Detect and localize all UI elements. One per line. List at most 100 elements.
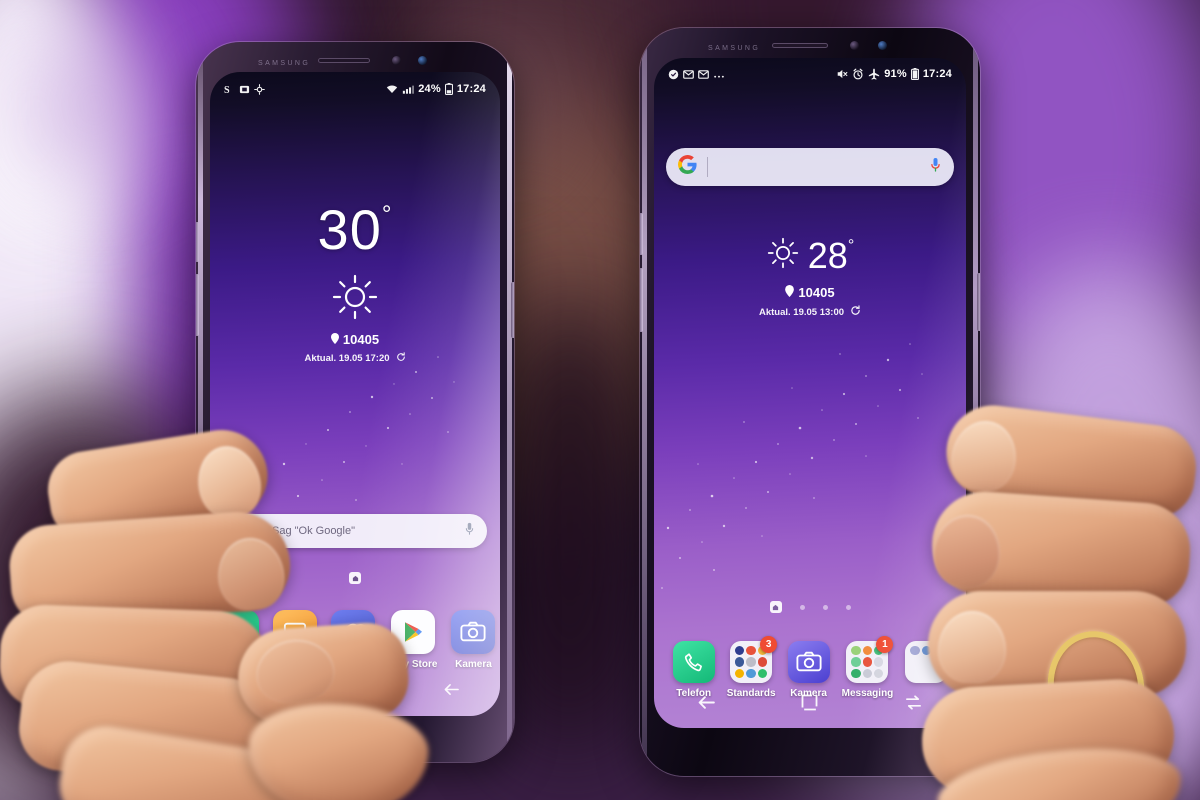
right-bezel-top: SAMSUNG bbox=[640, 28, 980, 62]
location-pin-icon bbox=[785, 285, 795, 300]
right-updated-row: Aktual. 19.05 13:00 bbox=[654, 305, 966, 319]
camera-icon[interactable] bbox=[451, 610, 496, 654]
search-divider bbox=[261, 523, 262, 539]
badge-standards: 3 bbox=[760, 636, 778, 653]
home-icon[interactable] bbox=[347, 682, 362, 702]
dock-label-camera: Kamera bbox=[455, 659, 492, 670]
more-dots-icon bbox=[713, 69, 725, 80]
power-button-right[interactable] bbox=[977, 273, 980, 331]
phone-left[interactable]: S 24% 17:24 30° 10405 Aktual. 19.05 17:2… bbox=[196, 42, 514, 762]
left-updated-label: Aktual. 19.05 17:20 bbox=[304, 353, 390, 364]
right-page-indicator[interactable] bbox=[654, 601, 966, 613]
phone-right[interactable]: 91% 17:24 28° 10405 Aktual. 19.05 13:00 … bbox=[640, 28, 980, 776]
home-page-icon[interactable] bbox=[349, 572, 361, 584]
play-store-icon[interactable] bbox=[390, 610, 435, 654]
location-pin-icon bbox=[330, 332, 339, 347]
earpiece-speaker bbox=[318, 58, 370, 63]
iris-scanner-icon bbox=[850, 41, 859, 50]
right-weather-widget[interactable]: 28° 10405 Aktual. 19.05 13:00 bbox=[654, 236, 966, 319]
phone-left-screen[interactable]: S 24% 17:24 30° 10405 Aktual. 19.05 17:2… bbox=[210, 72, 500, 716]
left-location-row: 10405 bbox=[210, 332, 500, 347]
dock-label-play-store: Play Store bbox=[388, 659, 438, 670]
page-dot[interactable] bbox=[822, 604, 828, 610]
battery-icon bbox=[910, 68, 919, 80]
left-page-indicator[interactable] bbox=[210, 572, 500, 584]
back-icon[interactable] bbox=[443, 682, 460, 702]
volume-button-right[interactable] bbox=[640, 268, 643, 332]
right-clock: 17:24 bbox=[922, 68, 952, 80]
camera-icon[interactable] bbox=[787, 641, 830, 683]
left-battery-percent: 24% bbox=[418, 83, 441, 95]
left-search-placeholder[interactable]: Sag "Ok Google" bbox=[272, 525, 454, 537]
folder-icon[interactable]: 1 bbox=[846, 636, 894, 683]
phone-icon[interactable] bbox=[672, 641, 715, 683]
battery-icon bbox=[444, 83, 453, 95]
google-g-icon bbox=[235, 520, 251, 542]
dock-item-messaging[interactable]: n bbox=[272, 610, 317, 670]
dock-item-phone[interactable] bbox=[214, 610, 259, 670]
right-location-label: 10405 bbox=[798, 285, 835, 300]
signal-icon bbox=[402, 84, 415, 95]
left-google-search-bar[interactable]: Sag "Ok Google" bbox=[223, 514, 487, 548]
right-google-search-bar[interactable] bbox=[666, 148, 954, 186]
left-weather-widget[interactable]: 30° 10405 Aktual. 19.05 17:20 bbox=[210, 198, 500, 365]
left-temperature: 30° bbox=[317, 198, 393, 261]
screenshot-icon bbox=[239, 84, 250, 95]
right-location-row: 10405 bbox=[654, 285, 966, 300]
right-status-bar: 91% 17:24 bbox=[654, 65, 966, 83]
left-bezel-top: SAMSUNG bbox=[196, 42, 514, 76]
right-weather-main: 28° bbox=[654, 236, 966, 275]
left-clock: 17:24 bbox=[456, 83, 486, 95]
screenshot-stage: S 24% 17:24 30° 10405 Aktual. 19.05 17:2… bbox=[0, 0, 1200, 800]
left-navbar[interactable] bbox=[210, 678, 500, 706]
left-updated-row: Aktual. 19.05 17:20 bbox=[210, 352, 500, 365]
left-status-bar: S 24% 17:24 bbox=[210, 80, 500, 98]
google-g-icon bbox=[678, 155, 697, 179]
dock-item-internet[interactable]: Internet bbox=[330, 610, 375, 670]
power-button-left[interactable] bbox=[511, 282, 514, 338]
mail-icon bbox=[683, 69, 694, 80]
recents-icon[interactable] bbox=[904, 694, 923, 716]
phone-right-screen[interactable]: 91% 17:24 28° 10405 Aktual. 19.05 13:00 … bbox=[654, 58, 966, 728]
refresh-icon[interactable] bbox=[850, 305, 861, 319]
dock-item-play-store[interactable]: Play Store bbox=[388, 610, 438, 670]
front-camera-icon bbox=[418, 56, 427, 65]
volume-button-left[interactable] bbox=[196, 274, 199, 336]
right-navbar[interactable] bbox=[654, 690, 966, 720]
dock-label-internet: Internet bbox=[334, 659, 371, 670]
svg-text:S: S bbox=[224, 85, 230, 95]
skype-icon: S bbox=[224, 84, 235, 95]
mute-icon bbox=[836, 68, 848, 80]
microphone-icon[interactable] bbox=[464, 522, 475, 541]
brand-label-left: SAMSUNG bbox=[258, 60, 311, 67]
settings-icon bbox=[254, 83, 265, 95]
refresh-icon[interactable] bbox=[396, 352, 406, 365]
phone-icon[interactable] bbox=[214, 610, 259, 654]
front-camera-icon bbox=[878, 41, 887, 50]
mail-icon bbox=[698, 69, 709, 80]
iris-scanner-icon bbox=[392, 56, 401, 65]
earpiece-speaker bbox=[772, 43, 828, 48]
left-sun-icon bbox=[210, 272, 500, 322]
home-icon[interactable] bbox=[801, 694, 818, 716]
phone-left-body: S 24% 17:24 30° 10405 Aktual. 19.05 17:2… bbox=[196, 42, 514, 762]
page-dot[interactable] bbox=[799, 604, 805, 610]
microphone-icon[interactable] bbox=[929, 157, 942, 178]
right-battery-percent: 91% bbox=[884, 68, 907, 80]
airplane-mode-icon bbox=[868, 68, 880, 80]
sun-icon bbox=[766, 236, 800, 275]
dock-item-camera[interactable]: Kamera bbox=[451, 610, 496, 670]
home-page-icon[interactable] bbox=[769, 601, 782, 613]
messaging-icon[interactable] bbox=[272, 610, 317, 654]
internet-saturn-icon[interactable] bbox=[330, 610, 375, 654]
back-icon[interactable] bbox=[697, 694, 716, 716]
left-dock[interactable]: n Internet Play Store Kamera bbox=[210, 610, 500, 670]
folder-icon[interactable]: 3 bbox=[730, 636, 778, 683]
right-temperature: 28° bbox=[807, 234, 855, 276]
bixby-button-right[interactable] bbox=[640, 213, 643, 255]
folder-icon[interactable] bbox=[905, 641, 948, 683]
dock-label-messaging: n bbox=[291, 659, 298, 670]
page-dot[interactable] bbox=[845, 604, 851, 610]
bixby-button-left[interactable] bbox=[196, 222, 199, 262]
left-location-label: 10405 bbox=[342, 332, 380, 347]
